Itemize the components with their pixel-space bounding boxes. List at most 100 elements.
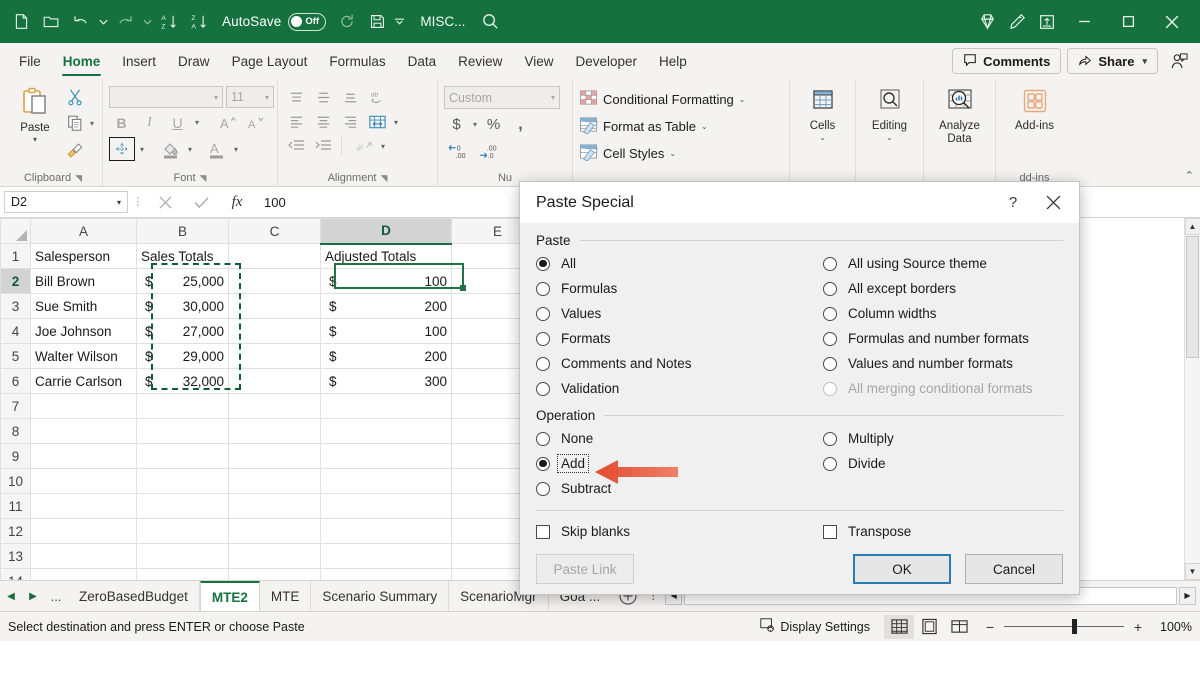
cell-b4[interactable]: $27,000 <box>137 319 229 344</box>
cell-b12[interactable] <box>137 519 229 544</box>
copy-button[interactable] <box>62 111 88 135</box>
font-size-combo[interactable]: 11 ▾ <box>226 86 274 108</box>
bottom-align-button[interactable] <box>338 87 362 109</box>
accounting-chevron-down-icon[interactable]: ▾ <box>471 120 479 129</box>
orientation-text-button[interactable]: ab <box>352 135 376 157</box>
draw-pen-icon[interactable] <box>1002 7 1032 37</box>
radio-paste-formulas[interactable]: Formulas <box>536 276 823 301</box>
normal-view-button[interactable] <box>884 615 914 639</box>
italic-button[interactable]: I <box>137 111 162 134</box>
cell-d1[interactable]: Adjusted Totals <box>321 244 452 269</box>
search-icon[interactable] <box>475 7 505 37</box>
cell-styles-chevron-down-icon[interactable]: ⌄ <box>669 149 676 158</box>
font-dialog-launcher-icon[interactable]: ◥ <box>200 173 207 184</box>
cell-c13[interactable] <box>229 544 321 569</box>
conditional-formatting-chevron-down-icon[interactable]: ⌄ <box>739 95 746 104</box>
cell-d10[interactable] <box>321 469 452 494</box>
cell-c1[interactable] <box>229 244 321 269</box>
share-with-people-icon[interactable] <box>1164 47 1194 75</box>
align-right-button[interactable] <box>338 111 362 133</box>
cell-a12[interactable] <box>31 519 137 544</box>
row-header-13[interactable]: 13 <box>1 544 31 569</box>
collapse-ribbon-chevron-icon[interactable]: ⌃ <box>1185 169 1194 182</box>
redo-icon[interactable] <box>110 7 140 37</box>
formula-bar-drag-handle[interactable]: ⋮ <box>130 200 146 204</box>
cell-d8[interactable] <box>321 419 452 444</box>
font-name-combo[interactable]: ▾ <box>109 86 223 108</box>
cell-c5[interactable] <box>229 344 321 369</box>
alignment-dialog-launcher-icon[interactable]: ◥ <box>381 173 388 184</box>
center-button[interactable] <box>311 111 335 133</box>
maximize-button[interactable] <box>1106 0 1150 43</box>
zoom-slider-track[interactable] <box>1004 626 1124 627</box>
cell-b13[interactable] <box>137 544 229 569</box>
fill-color-button[interactable] <box>158 138 183 161</box>
row-header-2[interactable]: 2 <box>1 269 31 294</box>
radio-paste-values[interactable]: Values <box>536 301 823 326</box>
vertical-scrollbar[interactable]: ▲ ▼ <box>1184 218 1200 580</box>
font-name-chevron-down-icon[interactable]: ▾ <box>210 93 218 102</box>
open-folder-icon[interactable] <box>36 7 66 37</box>
scroll-up-arrow-icon[interactable]: ▲ <box>1185 218 1200 235</box>
decrease-font-size-button[interactable]: A <box>243 111 268 134</box>
cell-c7[interactable] <box>229 394 321 419</box>
radio-paste-all[interactable]: All <box>536 251 823 276</box>
orientation-button[interactable]: ab <box>365 87 389 109</box>
radio-paste-column-widths[interactable]: Column widths <box>823 301 1063 326</box>
cell-b8[interactable] <box>137 419 229 444</box>
zoom-level-label[interactable]: 100% <box>1152 620 1192 634</box>
scroll-right-arrow-icon[interactable]: ▶ <box>1179 587 1196 605</box>
column-header-a[interactable]: A <box>31 219 137 244</box>
number-format-chevron-down-icon[interactable]: ▾ <box>547 93 555 102</box>
cell-a7[interactable] <box>31 394 137 419</box>
cell-c12[interactable] <box>229 519 321 544</box>
row-header-4[interactable]: 4 <box>1 319 31 344</box>
number-format-combo[interactable]: Custom ▾ <box>444 86 560 109</box>
cell-c14[interactable] <box>229 569 321 581</box>
cell-c2[interactable] <box>229 269 321 294</box>
accounting-format-button[interactable]: $ <box>444 113 469 136</box>
radio-operation-multiply[interactable]: Multiply <box>823 426 1063 451</box>
cell-d13[interactable] <box>321 544 452 569</box>
cell-d3[interactable]: $200 <box>321 294 452 319</box>
row-header-1[interactable]: 1 <box>1 244 31 269</box>
cell-a3[interactable]: Sue Smith <box>31 294 137 319</box>
format-painter-button[interactable] <box>62 137 88 161</box>
cell-d5[interactable]: $200 <box>321 344 452 369</box>
zoom-slider-thumb[interactable] <box>1072 619 1077 634</box>
radio-paste-comments-and-notes[interactable]: Comments and Notes <box>536 351 823 376</box>
sheet-tab-zerobasedbudget[interactable]: ZeroBasedBudget <box>68 581 200 611</box>
font-color-button[interactable]: A <box>204 138 229 161</box>
zoom-in-button[interactable]: + <box>1132 619 1144 635</box>
checkbox-transpose[interactable]: Transpose <box>823 519 1063 544</box>
cell-a5[interactable]: Walter Wilson <box>31 344 137 369</box>
cell-c10[interactable] <box>229 469 321 494</box>
cell-a10[interactable] <box>31 469 137 494</box>
ribbon-display-options-icon[interactable] <box>1032 7 1062 37</box>
fill-color-chevron-down-icon[interactable]: ▾ <box>186 145 194 154</box>
tab-data[interactable]: Data <box>397 43 448 79</box>
next-sheet-arrow-icon[interactable]: ▶ <box>22 581 44 611</box>
cell-b14[interactable] <box>137 569 229 581</box>
select-all-corner[interactable] <box>1 219 31 244</box>
column-header-b[interactable]: B <box>137 219 229 244</box>
page-layout-view-button[interactable] <box>914 615 944 639</box>
row-header-12[interactable]: 12 <box>1 519 31 544</box>
page-break-preview-button[interactable] <box>944 615 974 639</box>
row-header-8[interactable]: 8 <box>1 419 31 444</box>
row-header-11[interactable]: 11 <box>1 494 31 519</box>
radio-paste-formats[interactable]: Formats <box>536 326 823 351</box>
cell-b7[interactable] <box>137 394 229 419</box>
decrease-indent-button[interactable] <box>284 135 308 157</box>
confirm-entry-icon[interactable] <box>184 191 218 213</box>
cell-d6[interactable]: $300 <box>321 369 452 394</box>
cell-c11[interactable] <box>229 494 321 519</box>
cells-chevron-down-icon[interactable]: ⌄ <box>819 133 826 142</box>
display-settings-button[interactable]: Display Settings <box>759 617 870 636</box>
format-as-table-button[interactable]: Format as Table ⌄ <box>579 114 708 138</box>
decrease-decimal-button[interactable]: 0.00 <box>447 140 472 163</box>
sheet-tab-scenario-summary[interactable]: Scenario Summary <box>311 581 449 611</box>
percent-style-button[interactable]: % <box>481 113 506 136</box>
editing-button[interactable]: Editing ⌄ <box>864 82 916 142</box>
row-header-14[interactable]: 14 <box>1 569 31 581</box>
